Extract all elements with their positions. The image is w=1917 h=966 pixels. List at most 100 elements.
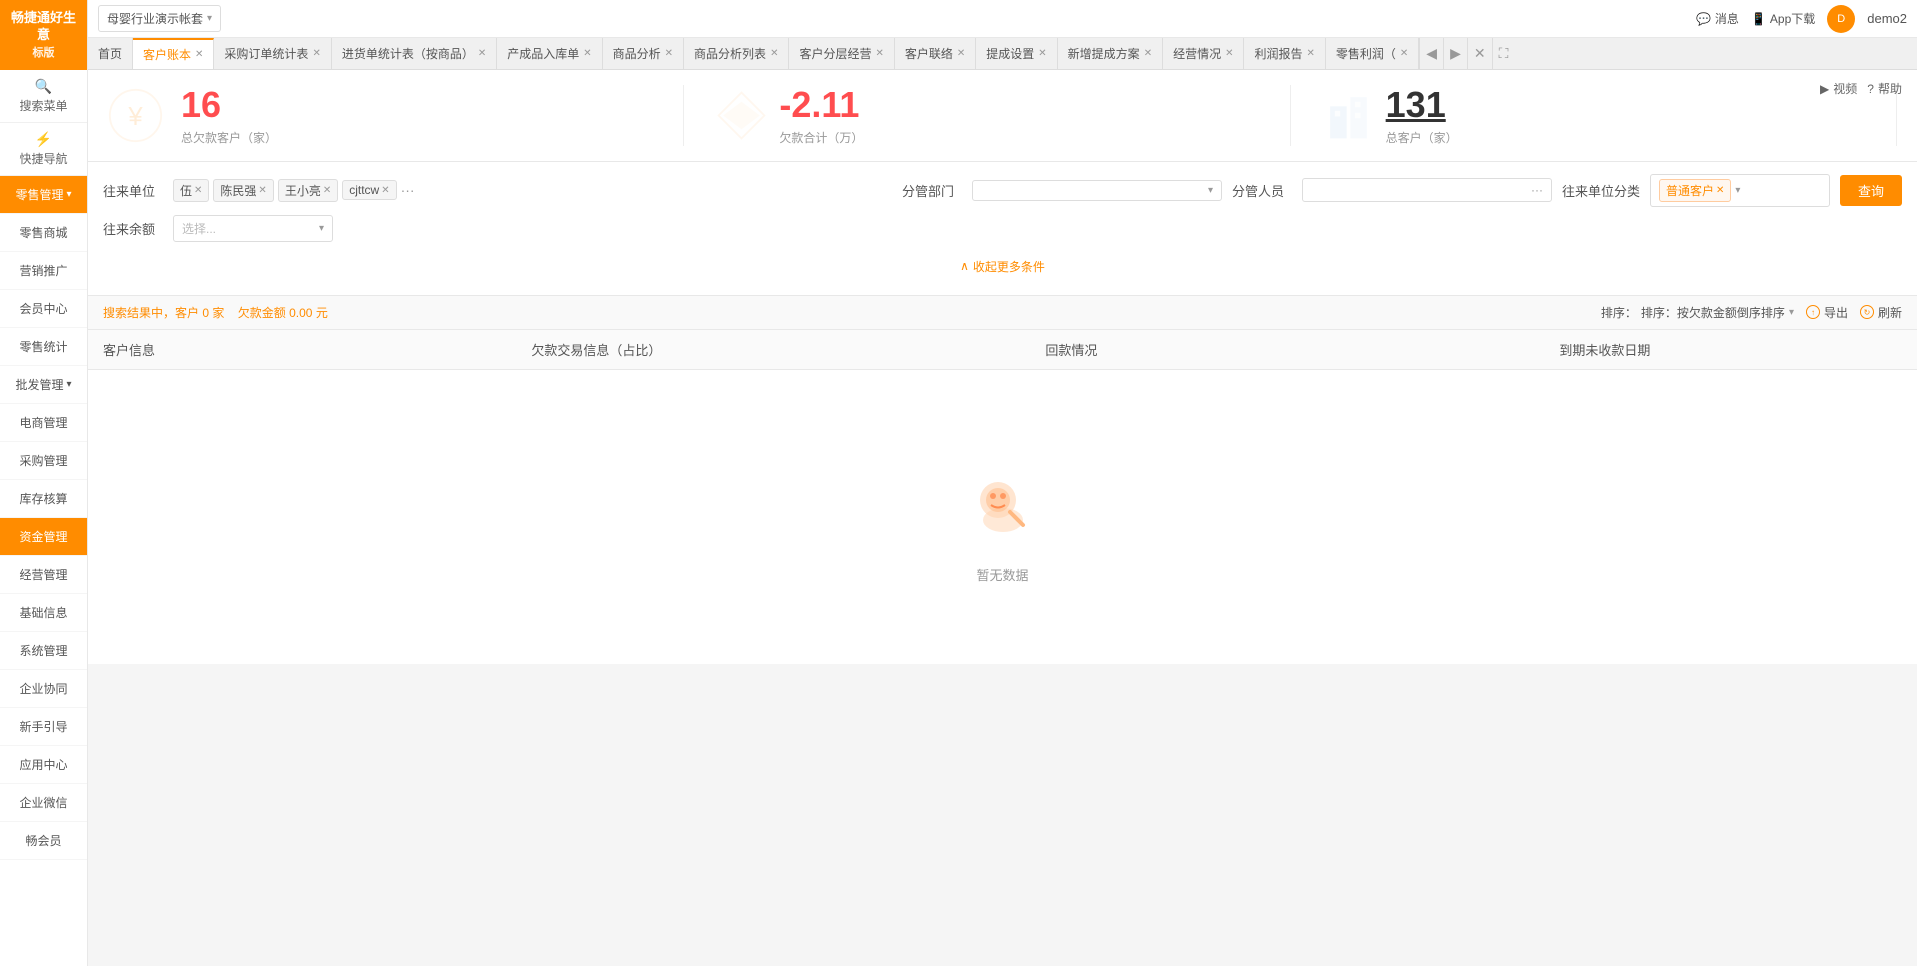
stat-number-1: 16 (181, 85, 277, 125)
app-download-action[interactable]: 📱 App下载 (1751, 10, 1815, 27)
tab-close-icon-2[interactable]: ✕ (312, 48, 320, 59)
arrow-icon-wholesale: ▾ (66, 379, 71, 390)
tab-close-icon-11[interactable]: ✕ (1225, 48, 1233, 59)
balance-filter-label: 往来余额 (103, 219, 163, 238)
tab-close-icon-10[interactable]: ✕ (1144, 48, 1152, 59)
balance-placeholder: 选择... (182, 220, 216, 237)
stats-bar: ¥ 16 总欠款客户（家） (88, 70, 1917, 162)
sidebar-item-ecommerce[interactable]: 电商管理 (0, 404, 87, 442)
query-button[interactable]: 查询 (1840, 175, 1902, 206)
tab-close-icon-6[interactable]: ✕ (770, 48, 778, 59)
sort-selector[interactable]: 排序： 排序：按欠款金额倒序排序 ▾ (1601, 304, 1794, 321)
tab-goods-list[interactable]: 商品分析列表 ✕ (684, 38, 789, 69)
sidebar-item-guide[interactable]: 新手引导 (0, 708, 87, 746)
tab-next-btn[interactable]: ▶ (1443, 38, 1467, 69)
sidebar-item-vip[interactable]: 畅会员 (0, 822, 87, 860)
tab-close-all-btn[interactable]: ✕ (1467, 38, 1492, 69)
tab-profit-report[interactable]: 利润报告 ✕ (1244, 38, 1325, 69)
sidebar-section: 零售管理 ▾ 零售商城 营销推广 会员中心 零售统计 批发管理 ▾ 电商管理 采… (0, 176, 87, 860)
tab-customer-tier[interactable]: 客户分层经营 ✕ (789, 38, 894, 69)
remove-wang-icon[interactable]: ✕ (323, 185, 331, 196)
tab-close-icon-9[interactable]: ✕ (1038, 48, 1046, 59)
tab-fullscreen-btn[interactable]: ⛶ (1492, 38, 1515, 69)
tab-customer-account[interactable]: 客户账本 ✕ (133, 38, 214, 69)
tab-home[interactable]: 首页 (88, 38, 133, 69)
collapse-button[interactable]: ∧ 收起更多条件 (960, 254, 1045, 279)
sidebar: 畅捷通好生意 标版 🔍 搜索菜单 ⚡ 快捷导航 零售管理 ▾ 零售商城 营销推广… (0, 0, 88, 966)
results-actions: 排序： 排序：按欠款金额倒序排序 ▾ ↑ 导出 ↻ 刷新 (1601, 304, 1902, 321)
tab-close-icon-4[interactable]: ✕ (583, 48, 591, 59)
sidebar-item-appstore[interactable]: 应用中心 (0, 746, 87, 784)
tab-close-icon[interactable]: ✕ (195, 49, 203, 60)
stat-total-debt-amount: -2.11 欠款合计（万） (684, 85, 1290, 146)
video-action[interactable]: ▶ 视频 (1820, 80, 1857, 97)
sidebar-search[interactable]: 🔍 搜索菜单 (0, 70, 87, 123)
category-select[interactable]: 普通客户 ✕ ▾ (1650, 174, 1830, 207)
sidebar-item-system[interactable]: 系统管理 (0, 632, 87, 670)
filter-row-1: 往来单位 伍 ✕ 陈民强 ✕ 王小亮 ✕ cjttcw (103, 174, 1902, 207)
sidebar-item-label-finance: 资金管理 (19, 530, 67, 544)
tab-commission-settings[interactable]: 提成设置 ✕ (976, 38, 1057, 69)
col-header-repay: 回款情况 (1045, 340, 1559, 359)
sidebar-item-basic[interactable]: 基础信息 (0, 594, 87, 632)
remove-category-icon[interactable]: ✕ (1716, 185, 1724, 196)
sidebar-item-label-operations: 经营管理 (19, 568, 67, 582)
sidebar-item-marketing[interactable]: 营销推广 (0, 252, 87, 290)
tab-retail-profit[interactable]: 零售利润（ ✕ (1326, 38, 1419, 69)
sidebar-logo[interactable]: 畅捷通好生意 标版 (0, 0, 87, 70)
tab-purchase-order[interactable]: 采购订单统计表 ✕ (214, 38, 331, 69)
sidebar-item-label-marketing: 营销推广 (19, 264, 67, 278)
sidebar-item-shop[interactable]: 零售商城 (0, 214, 87, 252)
sidebar-item-operations[interactable]: 经营管理 (0, 556, 87, 594)
sidebar-item-retail[interactable]: 零售管理 ▾ (0, 176, 87, 214)
sidebar-item-collab[interactable]: 企业协同 (0, 670, 87, 708)
tab-customer-contact[interactable]: 客户联络 ✕ (895, 38, 976, 69)
sidebar-item-inventory[interactable]: 库存核算 (0, 480, 87, 518)
stat-label-1: 总欠款客户（家） (181, 129, 277, 146)
tab-new-commission[interactable]: 新增提成方案 ✕ (1058, 38, 1163, 69)
tab-goods-analysis[interactable]: 商品分析 ✕ (603, 38, 684, 69)
account-selector[interactable]: 母婴行业演示帐套 ▾ (98, 5, 221, 32)
filter-collapse-row: ∧ 收起更多条件 (103, 250, 1902, 283)
tab-close-icon-12[interactable]: ✕ (1307, 48, 1315, 59)
sidebar-item-label-inventory: 库存核算 (19, 492, 67, 506)
tab-close-icon-8[interactable]: ✕ (957, 48, 965, 59)
more-tags-icon[interactable]: ··· (401, 182, 415, 198)
sidebar-item-purchase[interactable]: 采购管理 (0, 442, 87, 480)
remove-chen-icon[interactable]: ✕ (258, 185, 266, 196)
sidebar-item-wechat[interactable]: 企业微信 (0, 784, 87, 822)
sidebar-quicknav[interactable]: ⚡ 快捷导航 (0, 123, 87, 176)
tab-business[interactable]: 经营情况 ✕ (1163, 38, 1244, 69)
arrow-icon: ▾ (66, 189, 71, 200)
sidebar-item-finance[interactable]: 资金管理 (0, 518, 87, 556)
export-button[interactable]: ↑ 导出 (1806, 304, 1848, 321)
tab-close-icon-3[interactable]: ✕ (478, 48, 486, 59)
refresh-button[interactable]: ↻ 刷新 (1860, 304, 1902, 321)
tab-production[interactable]: 产成品入库单 ✕ (497, 38, 602, 69)
balance-select[interactable]: 选择... ▾ (173, 215, 333, 242)
sidebar-item-retail-stats[interactable]: 零售统计 (0, 328, 87, 366)
sidebar-item-wholesale[interactable]: 批发管理 ▾ (0, 366, 87, 404)
message-action[interactable]: 💬 消息 (1696, 10, 1739, 27)
tab-retail-profit-label: 零售利润（ (1336, 45, 1396, 62)
avatar[interactable]: D (1827, 5, 1855, 33)
tab-close-icon-13[interactable]: ✕ (1400, 48, 1408, 59)
tab-customer-contact-label: 客户联络 (905, 45, 953, 62)
sidebar-item-label-ecommerce: 电商管理 (19, 416, 67, 430)
remove-wu-icon[interactable]: ✕ (194, 185, 202, 196)
help-action[interactable]: ? 帮助 (1867, 80, 1902, 97)
tab-prev-btn[interactable]: ◀ (1419, 38, 1443, 69)
tab-close-icon-7[interactable]: ✕ (875, 48, 883, 59)
help-icon: ? (1867, 82, 1874, 96)
sidebar-item-member[interactable]: 会员中心 (0, 290, 87, 328)
person-dots-icon: ··· (1531, 183, 1543, 197)
tab-profit-report-label: 利润报告 (1254, 45, 1302, 62)
dept-select[interactable]: ▾ (972, 180, 1222, 201)
unit-tag-cjttcw-label: cjttcw (349, 183, 379, 197)
tab-stock-stats[interactable]: 进货单统计表（按商品） ✕ (332, 38, 497, 69)
tab-close-icon-5[interactable]: ✕ (665, 48, 673, 59)
person-select[interactable]: ··· (1302, 178, 1552, 202)
remove-cjttcw-icon[interactable]: ✕ (381, 185, 389, 196)
tab-customer-account-label: 客户账本 (143, 46, 191, 63)
message-label: 消息 (1715, 10, 1739, 27)
